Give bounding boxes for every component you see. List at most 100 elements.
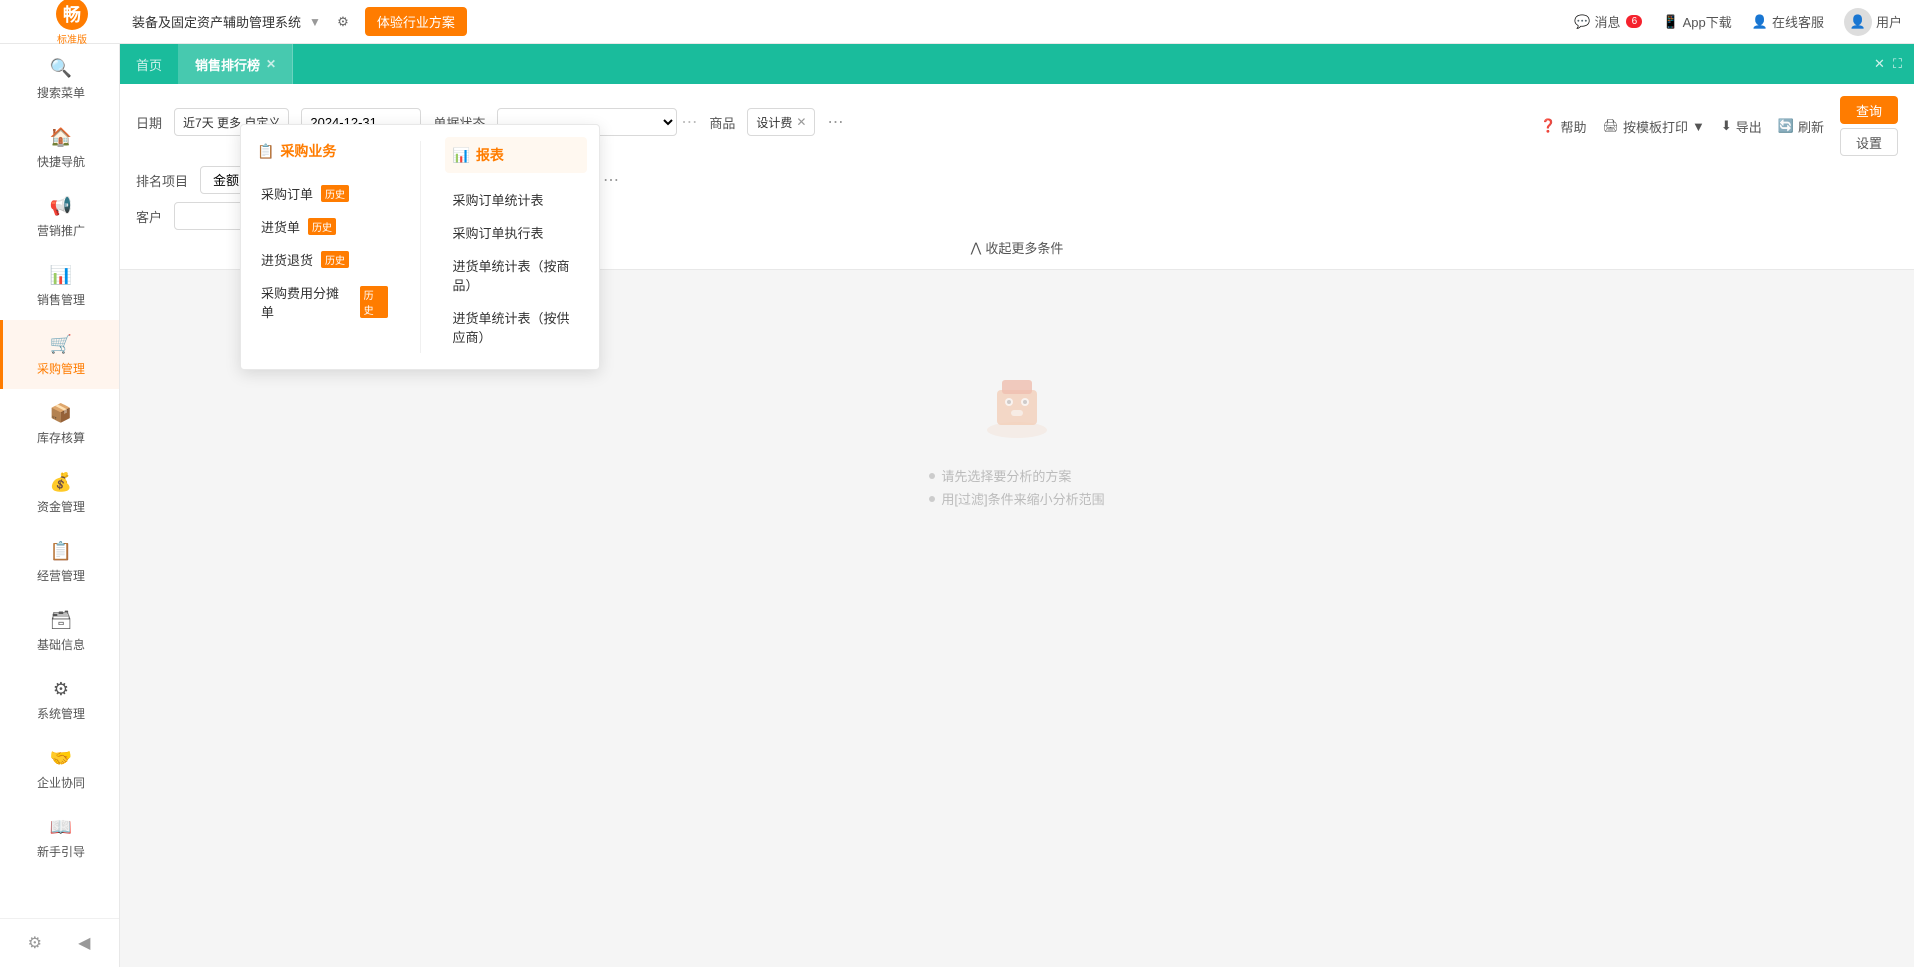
dropdown-receipt-badge: 历史 bbox=[308, 218, 336, 235]
query-button[interactable]: 查询 bbox=[1840, 96, 1898, 124]
help-btn[interactable]: ❓ 帮助 bbox=[1540, 117, 1586, 136]
help-icon: ❓ bbox=[1540, 118, 1556, 134]
sidebar-item-enterprise[interactable]: 🤝 企业协同 bbox=[0, 734, 119, 803]
sidebar-item-finance[interactable]: 💰 资金管理 bbox=[0, 458, 119, 527]
user-avatar: 👤 bbox=[1844, 8, 1872, 36]
empty-hint-2: 用[过滤]条件来缩小分析范围 bbox=[929, 489, 1104, 508]
sidebar-item-operations[interactable]: 📋 经营管理 bbox=[0, 527, 119, 596]
report-col-title: 📊 报表 bbox=[445, 137, 588, 173]
hint-dot-2 bbox=[929, 496, 935, 502]
guide-icon: 📖 bbox=[49, 815, 73, 839]
online-service-item[interactable]: 👤 在线客服 bbox=[1752, 12, 1824, 31]
goods-tag: 设计费 ✕ bbox=[747, 108, 815, 136]
goods-label: 商品 bbox=[709, 113, 735, 132]
dropdown-expense[interactable]: 采购费用分摊单 历史 bbox=[257, 276, 392, 328]
dropdown-return-badge: 历史 bbox=[321, 251, 349, 268]
refresh-label: 刷新 bbox=[1798, 117, 1824, 136]
order-status-more-icon[interactable]: ⋯ bbox=[681, 112, 697, 132]
tab-salesranking-close[interactable]: ✕ bbox=[266, 57, 276, 71]
print-icon: 🖨 bbox=[1602, 118, 1619, 134]
sidebar-item-quicknav[interactable]: 🏠 快捷导航 bbox=[0, 113, 119, 182]
dropdown-po[interactable]: 采购订单 历史 bbox=[257, 177, 392, 210]
tab-salesranking[interactable]: 销售排行榜 ✕ bbox=[179, 44, 293, 84]
dropdown-receipt-stat-goods[interactable]: 进货单统计表（按商品） bbox=[449, 249, 584, 301]
export-label: 导出 bbox=[1736, 117, 1762, 136]
sidebar-label-operations: 经营管理 bbox=[37, 567, 85, 584]
dropdown-po-badge: 历史 bbox=[321, 185, 349, 202]
dropdown-po-exec[interactable]: 采购订单执行表 bbox=[449, 216, 584, 249]
sidebar-item-system[interactable]: ⚙ 系统管理 bbox=[0, 665, 119, 734]
print-dropdown-icon[interactable]: ▼ bbox=[1692, 119, 1705, 134]
message-label: 消息 bbox=[1594, 12, 1620, 31]
top-header: 畅 标准版 装备及固定资产辅助管理系统 ▼ ⚙ 体验行业方案 💬 消息 6 📱 … bbox=[0, 0, 1914, 44]
tab-home[interactable]: 首页 bbox=[120, 44, 179, 84]
settings-button[interactable]: 设置 bbox=[1840, 128, 1898, 156]
refresh-icon: 🔄 bbox=[1778, 118, 1794, 134]
export-btn[interactable]: ⬇ 导出 bbox=[1721, 117, 1762, 136]
message-icon: 💬 bbox=[1574, 14, 1590, 30]
system-settings-icon[interactable]: ⚙ bbox=[329, 8, 357, 36]
customer-label: 客户 bbox=[136, 207, 162, 226]
goods-tag-close[interactable]: ✕ bbox=[796, 115, 806, 129]
print-btn[interactable]: 🖨 按模板打印 ▼ bbox=[1602, 117, 1704, 136]
toolbar-actions: ❓ 帮助 🖨 按模板打印 ▼ ⬇ 导出 🔄 bbox=[1540, 96, 1898, 156]
salesperson-more-dots[interactable]: ⋯ bbox=[603, 170, 619, 190]
industry-button[interactable]: 体验行业方案 bbox=[365, 7, 467, 36]
sidebar-item-inventory[interactable]: 📦 库存核算 bbox=[0, 389, 119, 458]
tab-maximize-icon[interactable]: ⛶ bbox=[1893, 56, 1902, 72]
sidebar-label-marketing: 营销推广 bbox=[37, 222, 85, 239]
dropdown-receipt[interactable]: 进货单 历史 bbox=[257, 210, 392, 243]
goods-tag-text: 设计费 bbox=[756, 114, 792, 131]
tab-salesranking-label: 销售排行榜 bbox=[195, 55, 260, 74]
sidebar-label-purchase: 采购管理 bbox=[37, 360, 85, 377]
sidebar-collapse-btn[interactable]: ◀ bbox=[70, 929, 98, 957]
system-icon: ⚙ bbox=[49, 677, 73, 701]
hint-text-2: 用[过滤]条件来缩小分析范围 bbox=[941, 489, 1104, 508]
sidebar-settings-btn[interactable]: ⚙ bbox=[21, 929, 49, 957]
online-service-label: 在线客服 bbox=[1772, 12, 1824, 31]
hint-dot-1 bbox=[929, 473, 935, 479]
dropdown-receipt-stat-supplier[interactable]: 进货单统计表（按供应商） bbox=[449, 301, 584, 353]
dropdown-receipt-label: 进货单 bbox=[261, 217, 300, 236]
sidebar-item-purchase[interactable]: 🛒 采购管理 bbox=[0, 320, 119, 389]
page-content: 日期 近7天 更多 自定义 单据状态 ⋯ bbox=[120, 84, 1914, 967]
dropdown-return[interactable]: 进货退货 历史 bbox=[257, 243, 392, 276]
app-download-item[interactable]: 📱 App下载 bbox=[1662, 12, 1731, 31]
enterprise-icon: 🤝 bbox=[49, 746, 73, 770]
system-title-area: 装备及固定资产辅助管理系统 ▼ ⚙ 体验行业方案 bbox=[132, 7, 1574, 36]
logo-area: 畅 标准版 bbox=[12, 0, 132, 46]
help-label: 帮助 bbox=[1560, 117, 1586, 136]
search-icon: 🔍 bbox=[49, 56, 73, 80]
user-item[interactable]: 👤 用户 bbox=[1844, 8, 1902, 36]
collapse-label: 收起更多条件 bbox=[985, 238, 1063, 257]
marketing-icon: 📢 bbox=[49, 194, 73, 218]
ranking-label: 排名项目 bbox=[136, 171, 188, 190]
dropdown-po-exec-label: 采购订单执行表 bbox=[453, 223, 544, 242]
refresh-btn[interactable]: 🔄 刷新 bbox=[1778, 117, 1824, 136]
dropdown-po-stat[interactable]: 采购订单统计表 bbox=[449, 183, 584, 216]
sidebar-item-search[interactable]: 🔍 搜索菜单 bbox=[0, 44, 119, 113]
content-area: 首页 销售排行榜 ✕ ✕ ⛶ 日期 近7天 更多 自定义 bbox=[120, 44, 1914, 967]
basicinfo-icon: 🗃 bbox=[49, 608, 73, 632]
sidebar-item-sales[interactable]: 📊 销售管理 bbox=[0, 251, 119, 320]
report-col-label: 报表 bbox=[476, 145, 504, 165]
export-icon: ⬇ bbox=[1721, 118, 1732, 134]
sidebar-item-marketing[interactable]: 📢 营销推广 bbox=[0, 182, 119, 251]
dropdown-receipt-stat-supplier-label: 进货单统计表（按供应商） bbox=[453, 308, 580, 346]
empty-illustration bbox=[967, 350, 1067, 450]
operations-icon: 📋 bbox=[49, 539, 73, 563]
sidebar-label-finance: 资金管理 bbox=[37, 498, 85, 515]
sidebar-label-enterprise: 企业协同 bbox=[37, 774, 85, 791]
sidebar-item-basicinfo[interactable]: 🗃 基础信息 bbox=[0, 596, 119, 665]
purchase-col-label: 采购业务 bbox=[280, 141, 336, 161]
system-dropdown-arrow[interactable]: ▼ bbox=[309, 15, 321, 29]
hint-text-1: 请先选择要分析的方案 bbox=[941, 466, 1071, 485]
purchase-dropdown-menu: 📋 采购业务 采购订单 历史 进货单 历史 进货退货 历史 bbox=[240, 124, 600, 370]
sidebar-item-guide[interactable]: 📖 新手引导 bbox=[0, 803, 119, 872]
goods-more-dots[interactable]: ⋯ bbox=[827, 112, 843, 132]
message-item[interactable]: 💬 消息 6 bbox=[1574, 12, 1642, 31]
main-layout: 🔍 搜索菜单 🏠 快捷导航 📢 营销推广 📊 销售管理 🛒 采购管理 📦 库存核… bbox=[0, 44, 1914, 967]
tab-close-all-icon[interactable]: ✕ bbox=[1874, 56, 1885, 72]
report-col: 📊 报表 采购订单统计表 采购订单执行表 进货单统计表（按商品） 进货单统计表（… bbox=[449, 141, 584, 353]
print-label: 按模板打印 bbox=[1623, 117, 1688, 136]
